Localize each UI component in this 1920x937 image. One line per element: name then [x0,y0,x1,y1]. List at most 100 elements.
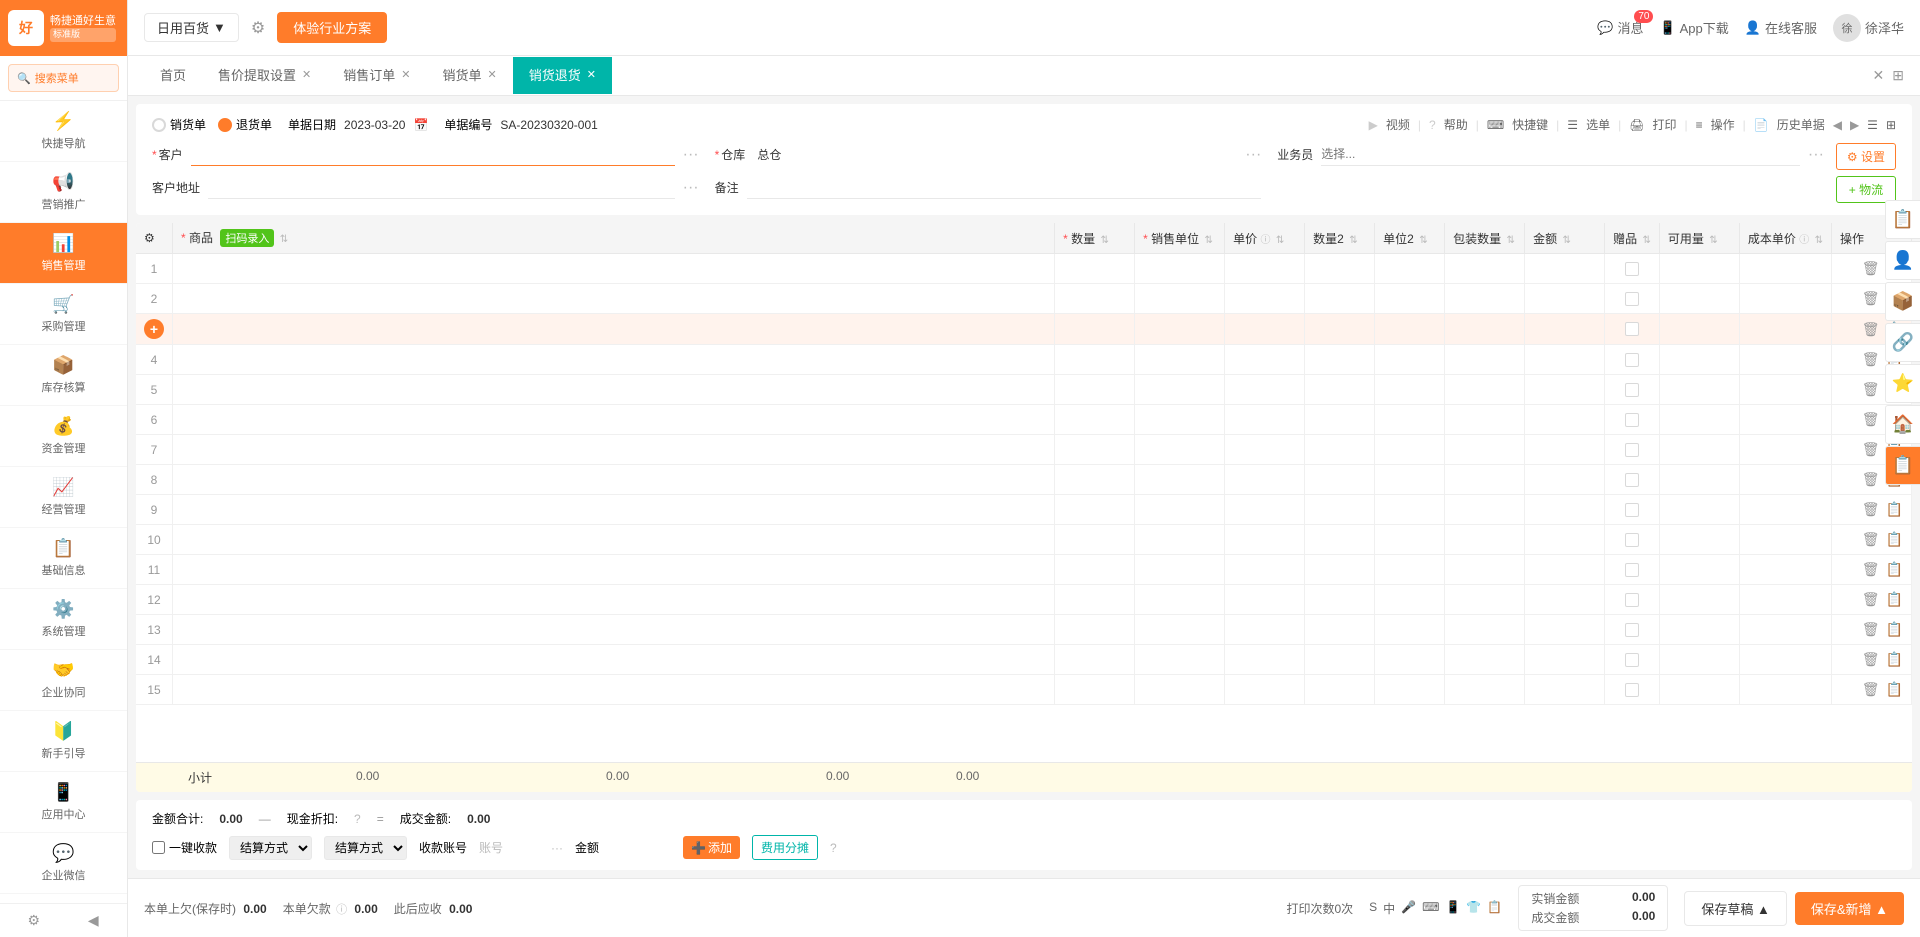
pack-qty-cell[interactable] [1445,675,1525,705]
remark-input[interactable] [747,176,1262,199]
user-menu[interactable]: 徐 徐泽华 [1833,14,1904,42]
unit2-cell[interactable] [1375,615,1445,645]
online-service-button[interactable]: 👤 在线客服 [1745,18,1817,37]
float-btn-7[interactable]: 📋 [1885,446,1920,485]
qty2-cell[interactable] [1305,495,1375,525]
price-cell[interactable] [1225,254,1305,284]
list-view-icon[interactable]: ☰ [1867,118,1878,132]
delete-row-icon[interactable]: 🗑 [1862,441,1880,458]
product-cell[interactable] [173,284,1055,314]
save-draft-button[interactable]: 保存草稿 ▲ [1684,891,1787,926]
cost-price-cell[interactable] [1739,254,1831,284]
sidebar-item-guide[interactable]: 🔰 新手引导 [0,711,127,772]
copy-row-icon[interactable]: 📋 [1886,531,1903,548]
cost-price-cell[interactable] [1739,375,1831,405]
pack-qty-cell[interactable] [1445,555,1525,585]
amount-cell[interactable] [1525,495,1605,525]
available-cell[interactable] [1659,645,1739,675]
gift-checkbox[interactable] [1625,563,1639,577]
customer-select-icon[interactable]: ··· [683,146,699,164]
qty2-cell[interactable] [1305,675,1375,705]
delete-row-icon[interactable]: 🗑 [1862,531,1880,548]
product-cell[interactable] [173,314,1055,345]
save-new-button[interactable]: 保存&新增 ▲ [1795,892,1904,925]
pack-qty-cell[interactable] [1445,314,1525,345]
address-select-icon[interactable]: ··· [683,179,699,197]
price-cell[interactable] [1225,675,1305,705]
pack-sort-icon[interactable]: ⇅ [1507,235,1515,246]
qty2-cell[interactable] [1305,555,1375,585]
sidebar-item-marketing[interactable]: 📢 营销推广 [0,162,127,223]
product-cell[interactable] [173,645,1055,675]
gift-checkbox[interactable] [1625,292,1639,306]
unit2-cell[interactable] [1375,585,1445,615]
unit-cell[interactable] [1135,405,1225,435]
qty-cell[interactable] [1055,555,1135,585]
one-key-collect-check[interactable] [152,841,165,854]
pack-qty-cell[interactable] [1445,615,1525,645]
tab-close-sales-return[interactable]: ✕ [587,68,596,81]
pack-qty-cell[interactable] [1445,525,1525,555]
unit-cell[interactable] [1135,525,1225,555]
product-cell[interactable] [173,585,1055,615]
delete-row-icon[interactable]: 🗑 [1862,321,1880,338]
delete-row-icon[interactable]: 🗑 [1862,290,1880,307]
gift-cell[interactable] [1605,465,1660,495]
cost-price-cell[interactable] [1739,675,1831,705]
unit2-cell[interactable] [1375,284,1445,314]
qty-cell[interactable] [1055,675,1135,705]
available-cell[interactable] [1659,284,1739,314]
pack-qty-cell[interactable] [1445,645,1525,675]
tab-sales-return[interactable]: 销货退货 ✕ [513,57,612,94]
qty-cell[interactable] [1055,254,1135,284]
pack-qty-cell[interactable] [1445,405,1525,435]
unit-cell[interactable] [1135,435,1225,465]
delete-row-icon[interactable]: 🗑 [1862,381,1880,398]
sidebar-item-purchase[interactable]: 🛒 采购管理 [0,284,127,345]
qty-cell[interactable] [1055,405,1135,435]
delete-row-icon[interactable]: 🗑 [1862,501,1880,518]
sidebar-item-system[interactable]: ⚙️ 系统管理 [0,589,127,650]
radio-delivery[interactable]: 销货单 [152,116,206,133]
delete-row-icon[interactable]: 🗑 [1862,260,1880,277]
amount-cell[interactable] [1525,675,1605,705]
sidebar-item-base-info[interactable]: 📋 基础信息 [0,528,127,589]
tab-close-price-setting[interactable]: ✕ [302,68,311,81]
unit-cell[interactable] [1135,615,1225,645]
price-cell[interactable] [1225,284,1305,314]
cost-price-cell[interactable] [1739,585,1831,615]
sidebar-item-wechat[interactable]: 💬 企业微信 [0,833,127,894]
cost-sort-icon[interactable]: ⇅ [1815,235,1823,246]
qty2-cell[interactable] [1305,615,1375,645]
unit-cell[interactable] [1135,495,1225,525]
qty2-cell[interactable] [1305,465,1375,495]
pack-qty-cell[interactable] [1445,284,1525,314]
sidebar-settings-btn[interactable]: ⚙ [8,912,60,929]
qty2-cell[interactable] [1305,525,1375,555]
cost-price-cell[interactable] [1739,615,1831,645]
gift-checkbox[interactable] [1625,683,1639,697]
unit-cell[interactable] [1135,284,1225,314]
gift-cell[interactable] [1605,375,1660,405]
cost-price-cell[interactable] [1739,525,1831,555]
qty2-cell[interactable] [1305,645,1375,675]
copy-row-icon[interactable]: 📋 [1886,681,1903,698]
gift-checkbox[interactable] [1625,322,1639,336]
price-cell[interactable] [1225,525,1305,555]
gift-checkbox[interactable] [1625,443,1639,457]
staff-input[interactable] [1321,143,1800,166]
customer-input[interactable] [191,143,675,166]
gift-cell[interactable] [1605,585,1660,615]
available-cell[interactable] [1659,435,1739,465]
gift-checkbox[interactable] [1625,353,1639,367]
available-cell[interactable] [1659,405,1739,435]
price-cell[interactable] [1225,615,1305,645]
sidebar-item-enterprise[interactable]: 🤝 企业协同 [0,650,127,711]
fee-split-button[interactable]: 费用分摊 [752,835,818,860]
gift-cell[interactable] [1605,615,1660,645]
delete-row-icon[interactable]: 🗑 [1862,411,1880,428]
qty-cell[interactable] [1055,645,1135,675]
product-cell[interactable] [173,345,1055,375]
cost-price-cell[interactable] [1739,314,1831,345]
gift-cell[interactable] [1605,345,1660,375]
